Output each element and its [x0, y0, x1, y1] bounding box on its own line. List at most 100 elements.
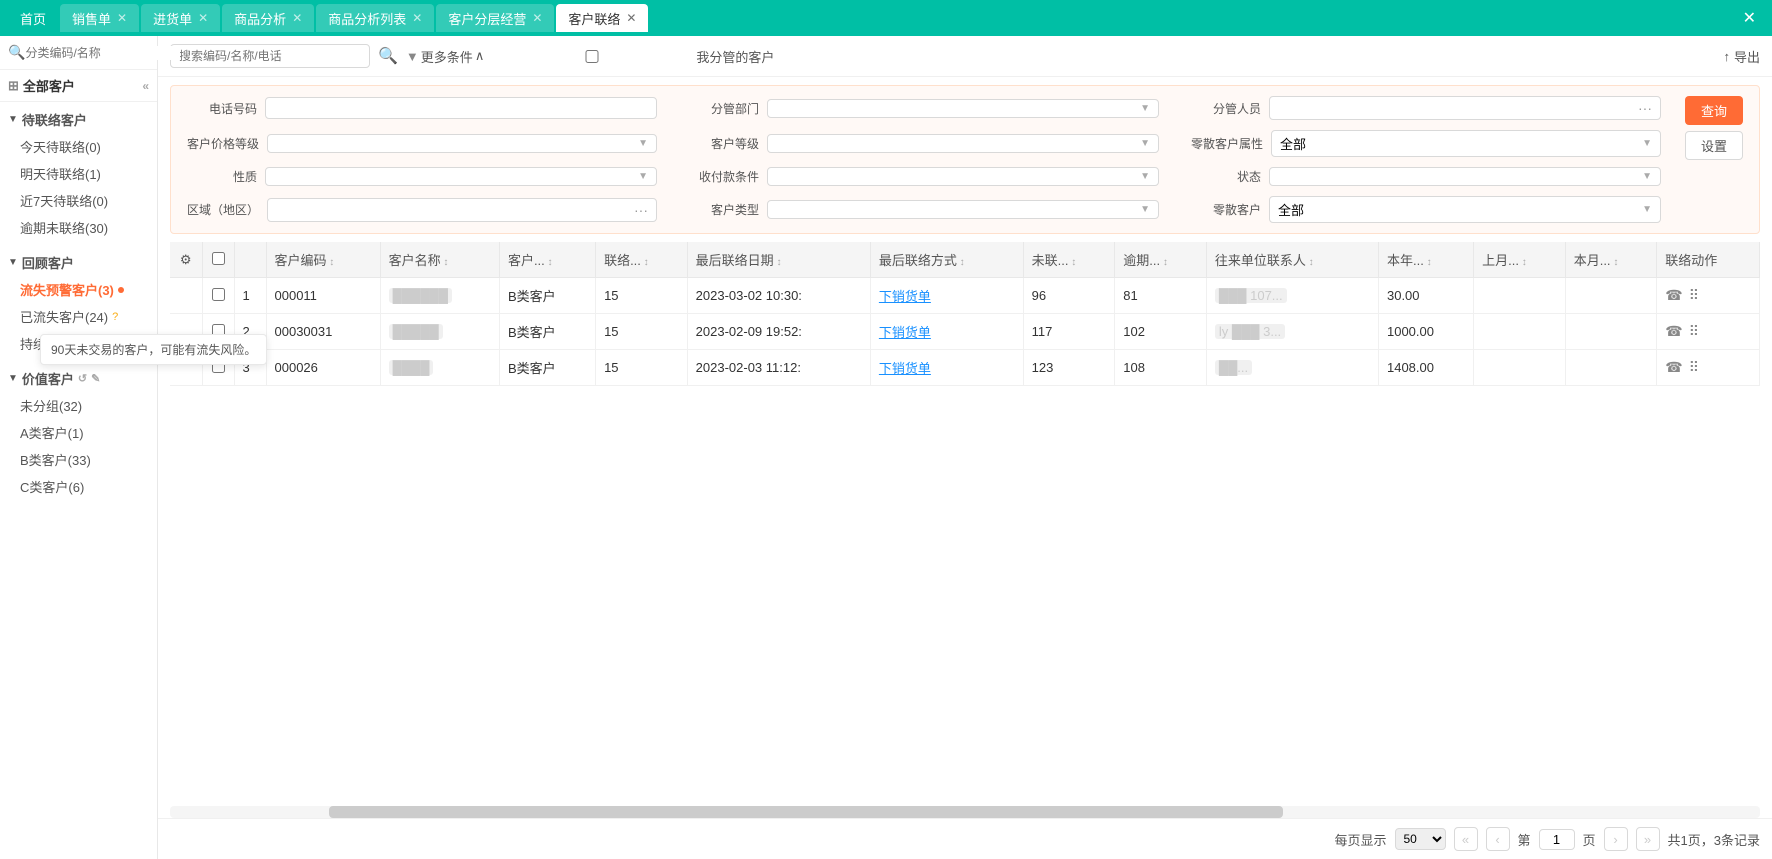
th-settings[interactable]: ⚙ — [170, 242, 202, 278]
scrollbar-thumb[interactable] — [329, 806, 1283, 818]
filter-dept-label: 分管部门 — [689, 100, 759, 117]
first-page-button[interactable]: « — [1454, 827, 1478, 851]
tab-purchase-close[interactable]: ✕ — [198, 11, 208, 25]
sidebar-item-c-class[interactable]: C类客户(6) — [0, 473, 157, 500]
sidebar-search-input[interactable] — [25, 46, 180, 60]
th-this-year[interactable]: 本年... — [1378, 242, 1473, 278]
contact-method-link-1[interactable]: 下销货单 — [879, 289, 931, 304]
horizontal-scrollbar[interactable] — [170, 806, 1760, 818]
search-button[interactable]: 🔍 — [378, 46, 398, 66]
prev-page-button[interactable]: ‹ — [1486, 827, 1510, 851]
filter-retail-attr-select[interactable]: 全部 ▼ — [1271, 130, 1661, 157]
tab-purchase[interactable]: 进货单 ✕ — [141, 4, 220, 32]
td-overdue-2: 102 — [1115, 314, 1207, 350]
th-contact[interactable]: 联络... — [596, 242, 688, 278]
blurred-name-3: ████ — [389, 360, 434, 375]
th-last-month[interactable]: 上月... — [1474, 242, 1566, 278]
more-action-icon-3[interactable]: ⠿ — [1689, 359, 1699, 376]
contact-method-link-3[interactable]: 下销货单 — [879, 361, 931, 376]
sidebar-section-churn-title[interactable]: ▼ 回顾客户 — [0, 249, 157, 276]
sidebar-item-ungroup[interactable]: 未分组(32) — [0, 392, 157, 419]
th-this-month[interactable]: 本月... — [1565, 242, 1657, 278]
th-type[interactable]: 客户... — [499, 242, 595, 278]
td-last-contact-method-1: 下销货单 — [870, 278, 1023, 314]
filter-region-select[interactable]: ··· — [267, 198, 657, 222]
sidebar-item-7days[interactable]: 近7天待联络(0) — [0, 187, 157, 214]
th-last-contact-method[interactable]: 最后联络方式 — [870, 242, 1023, 278]
td-type-1: B类客户 — [499, 278, 595, 314]
tab-sales-close[interactable]: ✕ — [117, 11, 127, 25]
filter-payment-select[interactable]: ▼ — [767, 167, 1159, 186]
table-row: 3 000026 ████ B类客户 15 2023-02-03 11:12: … — [170, 350, 1760, 386]
filter-status-select[interactable]: ▼ — [1269, 167, 1661, 186]
tab-analysis[interactable]: 商品分析 ✕ — [222, 4, 314, 32]
sidebar-collapse-icon[interactable]: « — [142, 79, 149, 93]
more-action-icon-2[interactable]: ⠿ — [1689, 323, 1699, 340]
tab-customer-tier-close[interactable]: ✕ — [532, 11, 542, 25]
filter-payment: 收付款条件 ▼ — [689, 167, 1159, 186]
value-edit-icon[interactable]: ✎ — [91, 372, 100, 385]
filter-nature-select[interactable]: ▼ — [265, 167, 657, 186]
tab-analysis-close[interactable]: ✕ — [292, 11, 302, 25]
th-overdue[interactable]: 逾期... — [1115, 242, 1207, 278]
tab-analysis-list-close[interactable]: ✕ — [412, 11, 422, 25]
settings-icon[interactable]: ⚙ — [180, 252, 192, 267]
filter-region-dots[interactable]: ··· — [634, 202, 648, 218]
sidebar-item-today[interactable]: 今天待联络(0) — [0, 133, 157, 160]
th-uncontacted[interactable]: 未联... — [1023, 242, 1115, 278]
th-unit-contact[interactable]: 往来单位联系人 — [1206, 242, 1378, 278]
tab-customer-tier[interactable]: 客户分层经营 ✕ — [436, 4, 554, 32]
th-name[interactable]: 客户名称 — [380, 242, 499, 278]
tab-customer-connect-close[interactable]: ✕ — [626, 11, 636, 25]
page-jump-input[interactable] — [1539, 829, 1575, 850]
sidebar-section-pending-title[interactable]: ▼ 待联络客户 — [0, 106, 157, 133]
sidebar-section-pending: ▼ 待联络客户 今天待联络(0) 明天待联络(1) 近7天待联络(0) 逾期未联… — [0, 102, 157, 245]
filter-dept-select[interactable]: ▼ — [767, 99, 1159, 118]
tab-analysis-list[interactable]: 商品分析列表 ✕ — [316, 4, 434, 32]
sidebar-item-churned[interactable]: 已流失客户(24) ? — [0, 303, 157, 330]
value-refresh-icon[interactable]: ↺ — [78, 372, 87, 385]
row-checkbox-1[interactable] — [212, 288, 225, 301]
sidebar-item-b-class[interactable]: B类客户(33) — [0, 446, 157, 473]
tab-sales[interactable]: 销售单 ✕ — [60, 4, 139, 32]
settings-button[interactable]: 设置 — [1685, 131, 1743, 160]
per-page-select[interactable]: 50 100 200 — [1395, 828, 1446, 850]
filter-price-tier-select[interactable]: ▼ — [267, 134, 657, 153]
sidebar-item-overdue[interactable]: 逾期未联络(30) — [0, 214, 157, 241]
th-last-contact-date[interactable]: 最后联络日期 — [687, 242, 870, 278]
contact-icon-2[interactable]: ☎ — [1665, 323, 1682, 340]
more-conditions-button[interactable]: ▼ 更多条件 ∧ — [406, 47, 484, 66]
search-input[interactable] — [170, 44, 370, 68]
blurred-unit-contact-1: ███ 107... — [1215, 288, 1287, 303]
sidebar-item-a-class[interactable]: A类客户(1) — [0, 419, 157, 446]
tab-home[interactable]: 首页 — [8, 4, 58, 32]
action-icons-1: ☎ ⠿ — [1665, 287, 1751, 304]
filter-customer-type-select[interactable]: ▼ — [767, 200, 1159, 219]
blurred-name-2: █████ — [389, 324, 443, 339]
sidebar-item-tomorrow[interactable]: 明天待联络(1) — [0, 160, 157, 187]
select-all-checkbox[interactable] — [212, 252, 225, 265]
sidebar-item-churn-warning[interactable]: 流失预警客户(3) — [0, 276, 157, 303]
more-action-icon-1[interactable]: ⠿ — [1689, 287, 1699, 304]
content-area: 🔍 ▼ 更多条件 ∧ 我分管的客户 ↑ 导出 — [158, 36, 1772, 859]
th-code[interactable]: 客户编码 — [266, 242, 380, 278]
pending-title-label: 待联络客户 — [22, 110, 87, 129]
export-button[interactable]: ↑ 导出 — [1723, 47, 1760, 66]
td-this-month-2 — [1565, 314, 1657, 350]
window-close-button[interactable]: ✕ — [1735, 8, 1764, 28]
query-button[interactable]: 查询 — [1685, 96, 1743, 125]
next-page-button[interactable]: › — [1604, 827, 1628, 851]
sidebar-section-value-title[interactable]: ▼ 价值客户 ↺ ✎ — [0, 365, 157, 392]
filter-customer-tier-select[interactable]: ▼ — [767, 134, 1159, 153]
contact-method-link-2[interactable]: 下销货单 — [879, 325, 931, 340]
last-page-button[interactable]: » — [1636, 827, 1660, 851]
filter-status-chevron: ▼ — [1642, 171, 1652, 182]
contact-icon-3[interactable]: ☎ — [1665, 359, 1682, 376]
filter-retail-select[interactable]: 全部 ▼ — [1269, 196, 1661, 223]
filter-manager-select[interactable]: ··· — [1269, 96, 1661, 120]
filter-manager-dots[interactable]: ··· — [1638, 100, 1652, 116]
filter-phone-input[interactable] — [265, 97, 657, 119]
tab-customer-connect[interactable]: 客户联络 ✕ — [556, 4, 648, 32]
my-customers-checkbox[interactable] — [492, 50, 692, 63]
contact-icon-1[interactable]: ☎ — [1665, 287, 1682, 304]
